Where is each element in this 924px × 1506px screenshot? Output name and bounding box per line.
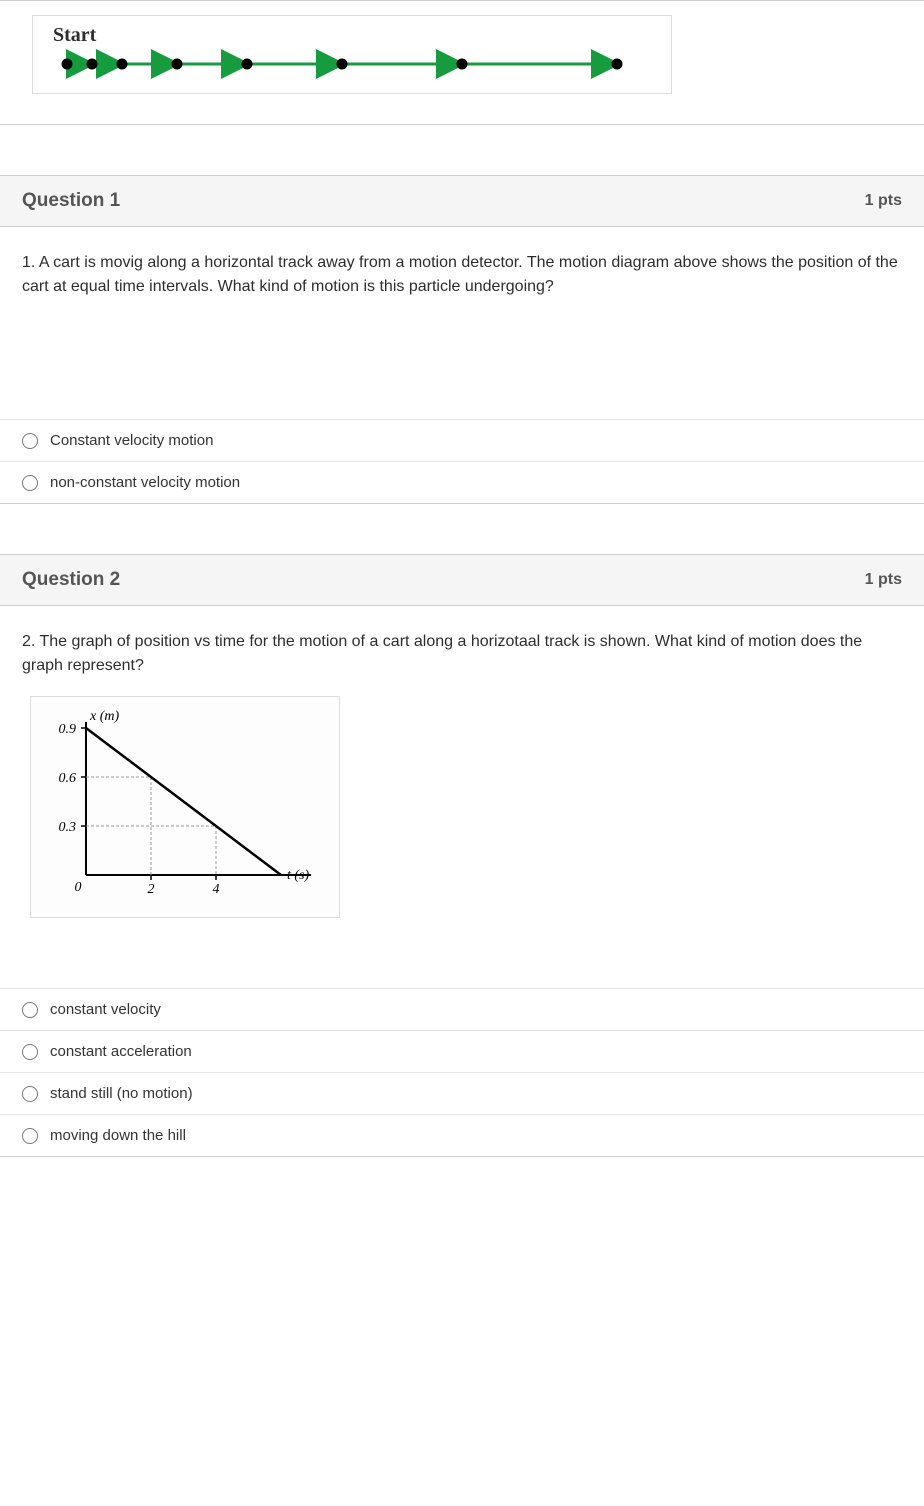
svg-text:0: 0 xyxy=(75,880,82,895)
question-1-text: 1. A cart is movig along a horizontal tr… xyxy=(0,227,924,309)
question-2-body: 2. The graph of position vs time for the… xyxy=(0,606,924,938)
q1-option-0[interactable]: Constant velocity motion xyxy=(0,419,924,461)
q1-option-label-0: Constant velocity motion xyxy=(50,432,213,449)
q2-option-label-1: constant acceleration xyxy=(50,1043,192,1060)
question-2-text: 2. The graph of position vs time for the… xyxy=(22,630,902,678)
q1-option-1[interactable]: non-constant velocity motion xyxy=(0,461,924,503)
q1-radio-1[interactable] xyxy=(22,475,38,491)
question-2-header: Question 2 1 pts xyxy=(0,555,924,606)
q2-option-label-0: constant velocity xyxy=(50,1001,161,1018)
q1-radio-0[interactable] xyxy=(22,433,38,449)
q2-option-label-3: moving down the hill xyxy=(50,1127,186,1144)
svg-text:0.6: 0.6 xyxy=(59,771,77,786)
question-1-header: Question 1 1 pts xyxy=(0,176,924,227)
question-2: Question 2 1 pts 2. The graph of positio… xyxy=(0,554,924,1157)
question-1-title: Question 1 xyxy=(22,190,120,212)
svg-text:x (m): x (m) xyxy=(89,709,119,724)
q2-option-label-2: stand still (no motion) xyxy=(50,1085,193,1102)
svg-text:t (s): t (s) xyxy=(287,868,310,883)
motion-diagram-svg xyxy=(47,49,647,79)
motion-diagram-section: Start xyxy=(0,0,924,125)
q1-option-label-1: non-constant velocity motion xyxy=(50,474,240,491)
q2-radio-3[interactable] xyxy=(22,1128,38,1144)
q2-radio-1[interactable] xyxy=(22,1044,38,1060)
q2-option-3[interactable]: moving down the hill xyxy=(0,1114,924,1156)
motion-diagram-box: Start xyxy=(32,15,672,94)
question-1: Question 1 1 pts 1. A cart is movig alon… xyxy=(0,175,924,504)
q2-option-1[interactable]: constant acceleration xyxy=(0,1030,924,1072)
svg-text:2: 2 xyxy=(148,882,155,897)
graph-svg: 0.3 0.6 0.9 0 2 4 x (m) t (s) xyxy=(31,703,331,903)
svg-text:0.3: 0.3 xyxy=(59,820,77,835)
svg-text:0.9: 0.9 xyxy=(59,722,77,737)
question-2-points: 1 pts xyxy=(865,571,902,589)
question-2-options: constant velocity constant acceleration st… xyxy=(0,988,924,1157)
q2-radio-2[interactable] xyxy=(22,1086,38,1102)
question-1-points: 1 pts xyxy=(865,192,902,210)
start-label: Start xyxy=(53,24,657,47)
question-1-options: Constant velocity motion non-constant vel… xyxy=(0,419,924,504)
q2-option-0[interactable]: constant velocity xyxy=(0,988,924,1030)
svg-text:4: 4 xyxy=(213,882,220,897)
q2-radio-0[interactable] xyxy=(22,1002,38,1018)
q2-option-2[interactable]: stand still (no motion) xyxy=(0,1072,924,1114)
question-2-title: Question 2 xyxy=(22,569,120,591)
position-time-graph: 0.3 0.6 0.9 0 2 4 x (m) t (s) xyxy=(30,696,340,918)
